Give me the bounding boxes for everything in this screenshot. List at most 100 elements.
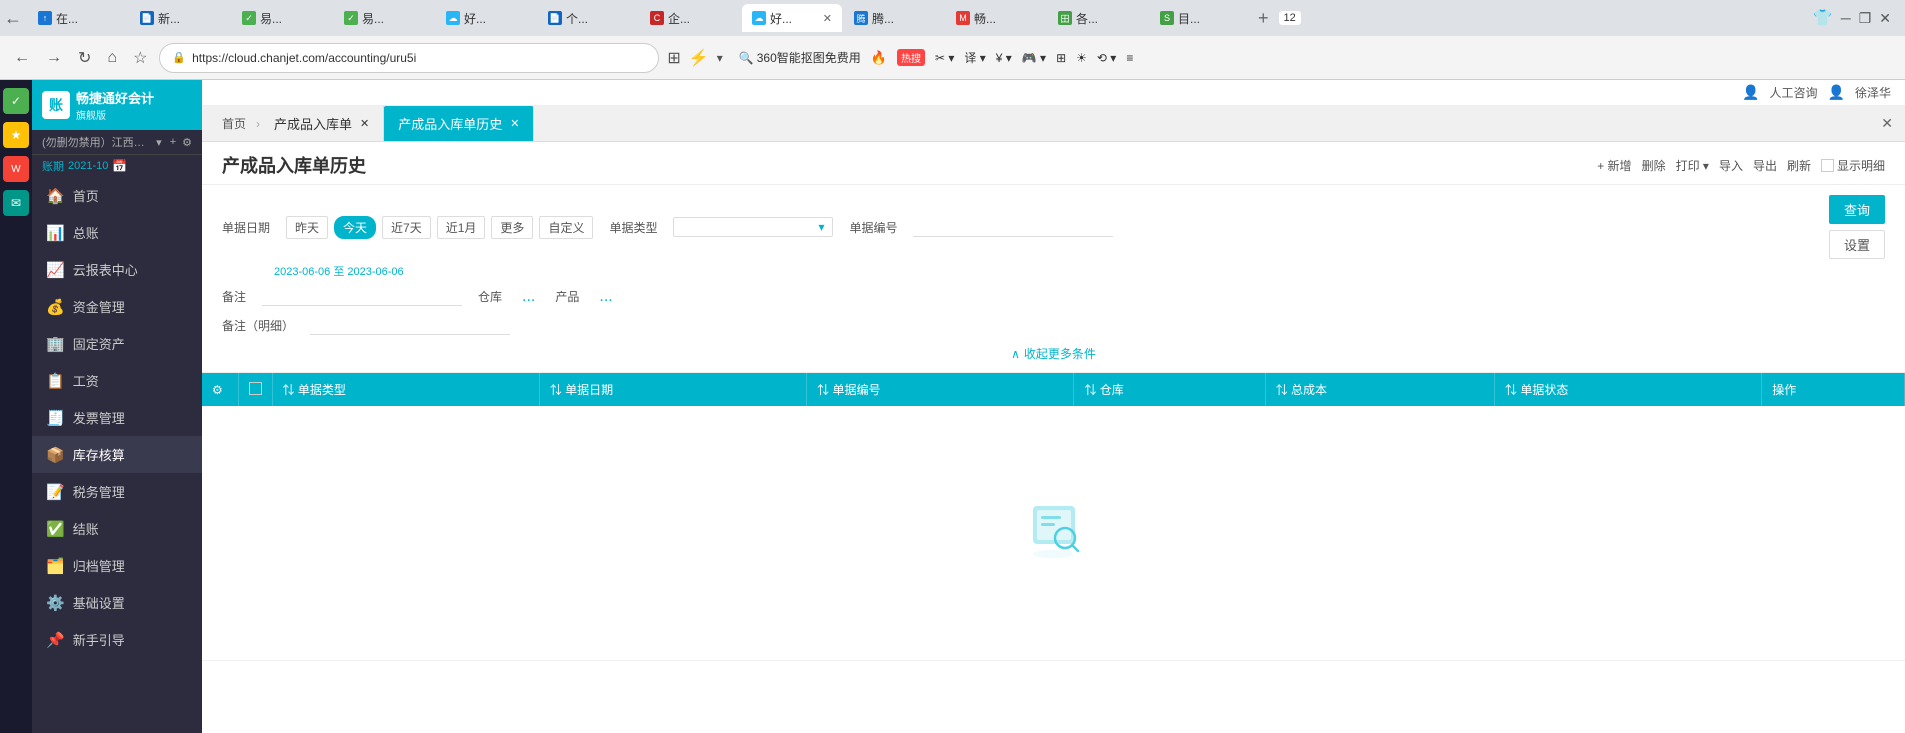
delete-button[interactable]: 删除 xyxy=(1642,157,1666,174)
back-button[interactable]: ← xyxy=(10,47,34,69)
calendar-icon[interactable]: 📅 xyxy=(112,159,127,173)
reload-button[interactable]: ↻ xyxy=(74,46,95,70)
bookmark-button[interactable]: ☆ xyxy=(129,46,151,70)
tab-1[interactable]: ↑ 在... xyxy=(28,4,128,32)
add-tab-button[interactable]: + xyxy=(1252,8,1275,29)
game-tool[interactable]: 🎮 ▾ xyxy=(1022,51,1046,65)
tab-close-8[interactable]: ✕ xyxy=(823,12,832,25)
collapse-button[interactable]: ∧ 收起更多条件 xyxy=(1011,345,1096,362)
breadcrumb-home[interactable]: 首页 xyxy=(212,107,256,140)
refresh-button[interactable]: 刷新 xyxy=(1787,157,1811,174)
translate-tool[interactable]: 译 ▾ xyxy=(964,49,985,66)
lightning-icon[interactable]: ⚡ xyxy=(689,48,709,68)
sidebar-item-archive[interactable]: 🗂️ 归档管理 xyxy=(32,547,202,584)
maximize-button[interactable]: ❐ xyxy=(1859,10,1872,27)
table-header-type[interactable]: ⇅ 单据类型 xyxy=(272,373,539,406)
date-custom-btn[interactable]: 自定义 xyxy=(539,216,593,239)
more-tool[interactable]: ≡ xyxy=(1126,51,1133,65)
number-filter-input[interactable] xyxy=(913,218,1113,237)
tab-count: 12 xyxy=(1279,11,1301,25)
sidebar-item-new-guide[interactable]: 📌 新手引导 xyxy=(32,621,202,658)
grid-icon[interactable]: ⊞ xyxy=(667,48,680,68)
table-header-gear[interactable]: ⚙ xyxy=(202,373,238,406)
close-history-tab-icon[interactable]: ✕ xyxy=(510,117,519,130)
sidebar-item-report-center[interactable]: 📈 云报表中心 xyxy=(32,251,202,288)
show-label-toggle[interactable]: 显示明细 xyxy=(1821,157,1885,174)
sidebar-item-tax[interactable]: 📝 税务管理 xyxy=(32,473,202,510)
table-header-number[interactable]: ⇅ 单据编号 xyxy=(807,373,1074,406)
remark-filter-input[interactable] xyxy=(262,287,462,306)
table-header-checkbox[interactable] xyxy=(238,373,272,406)
sidebar-item-payroll[interactable]: 📋 工资 xyxy=(32,362,202,399)
company-selector[interactable]: (勿删勿禁用）江西服宝测试专用 ▾ + ⚙ xyxy=(32,130,202,155)
settings-company-icon[interactable]: ⚙ xyxy=(182,136,192,149)
search-360[interactable]: 🔍 360智能抠图免费用 xyxy=(739,49,861,66)
yuan-tool[interactable]: ¥ ▾ xyxy=(996,51,1012,65)
dropdown-arrow[interactable]: ▾ xyxy=(717,51,723,65)
date-yesterday-btn[interactable]: 昨天 xyxy=(286,216,328,239)
sidebar-item-fixed-assets[interactable]: 🏢 固定资产 xyxy=(32,325,202,362)
sidebar-icon-star[interactable]: ★ xyxy=(3,122,29,148)
back-forward-tool[interactable]: ⟲ ▾ xyxy=(1097,51,1116,65)
tab-3[interactable]: ✓ 易... xyxy=(232,4,332,32)
sidebar-icon-email[interactable]: ✉ xyxy=(3,190,29,216)
tab-12[interactable]: S 目... xyxy=(1150,4,1250,32)
select-all-checkbox[interactable] xyxy=(249,382,262,395)
tab-6[interactable]: 📄 个... xyxy=(538,4,638,32)
type-filter-select[interactable]: ▾ xyxy=(673,217,833,237)
forward-button[interactable]: → xyxy=(42,47,66,69)
export-button[interactable]: 导出 xyxy=(1753,157,1777,174)
tab-10[interactable]: M 畅... xyxy=(946,4,1046,32)
home-button[interactable]: ⌂ xyxy=(103,47,121,69)
table-header-warehouse[interactable]: ⇅ 仓库 xyxy=(1074,373,1265,406)
tab-list-tab[interactable]: 产成品入库单 ✕ xyxy=(260,106,384,141)
import-button[interactable]: 导入 xyxy=(1719,157,1743,174)
sidebar-item-checkout[interactable]: ✅ 结账 xyxy=(32,510,202,547)
table-header-status[interactable]: ⇅ 单据状态 xyxy=(1494,373,1761,406)
tab-8-active[interactable]: ☁ 好... ✕ xyxy=(742,4,842,32)
table-header-date[interactable]: ⇅ 单据日期 xyxy=(539,373,806,406)
tab-history-tab[interactable]: 产成品入库单历史 ✕ xyxy=(384,106,534,141)
sidebar-item-invoice[interactable]: 🧾 发票管理 xyxy=(32,399,202,436)
sidebar-item-general-ledger[interactable]: 📊 总账 xyxy=(32,214,202,251)
detail-remark-input[interactable] xyxy=(310,316,510,335)
tab-5[interactable]: ☁ 好... xyxy=(436,4,536,32)
query-button[interactable]: 查询 xyxy=(1829,195,1885,224)
app-logo[interactable]: 账 畅捷通好会计 旗舰版 xyxy=(32,80,202,130)
product-filter-dots[interactable]: ... xyxy=(595,288,616,306)
tab-11[interactable]: 田 各... xyxy=(1048,4,1148,32)
print-button[interactable]: 打印 ▾ xyxy=(1676,157,1709,174)
scissors-tool[interactable]: ✂ ▾ xyxy=(935,51,954,65)
table-header-total-cost[interactable]: ⇅ 总成本 xyxy=(1265,373,1494,406)
type-filter-label: 单据类型 xyxy=(609,219,657,236)
show-label-checkbox[interactable] xyxy=(1821,159,1834,172)
add-button[interactable]: + 新增 xyxy=(1597,157,1631,174)
sidebar-item-basic-settings[interactable]: ⚙️ 基础设置 xyxy=(32,584,202,621)
date-1month-btn[interactable]: 近1月 xyxy=(437,216,486,239)
tab-4[interactable]: ✓ 易... xyxy=(334,4,434,32)
sidebar-icon-weibo[interactable]: W xyxy=(3,156,29,182)
date-today-btn[interactable]: 今天 xyxy=(334,216,376,239)
settings-button[interactable]: 设置 xyxy=(1829,230,1885,259)
collapse-text: 收起更多条件 xyxy=(1024,345,1096,362)
sidebar-item-home[interactable]: 🏠 首页 xyxy=(32,177,202,214)
sidebar-item-inventory[interactable]: 📦 库存核算 xyxy=(32,436,202,473)
date-more-btn[interactable]: 更多 xyxy=(491,216,533,239)
tab-2[interactable]: 📄 新... xyxy=(130,4,230,32)
human-service-label[interactable]: 人工咨询 xyxy=(1770,84,1818,101)
sidebar-item-fund[interactable]: 💰 资金管理 xyxy=(32,288,202,325)
minimize-button[interactable]: ─ xyxy=(1841,10,1851,26)
content-header: 产成品入库单历史 + 新增 删除 打印 ▾ 导入 导出 刷新 显示明细 xyxy=(202,142,1905,185)
date-7days-btn[interactable]: 近7天 xyxy=(382,216,431,239)
close-window-button[interactable]: ✕ xyxy=(1879,10,1891,27)
close-right-panel-x[interactable]: ✕ xyxy=(1869,109,1905,138)
layout-tool[interactable]: ⊞ xyxy=(1056,51,1066,65)
sidebar-icon-main[interactable]: ✓ xyxy=(3,88,29,114)
close-list-tab-icon[interactable]: ✕ xyxy=(360,117,369,130)
tab-9[interactable]: 腾 腾... xyxy=(844,4,944,32)
display-tool[interactable]: ☀ xyxy=(1076,51,1087,65)
tab-7[interactable]: C 企... xyxy=(640,4,740,32)
warehouse-filter-dots[interactable]: ... xyxy=(518,288,539,306)
add-company-icon[interactable]: + xyxy=(170,136,176,148)
url-bar[interactable]: 🔒 https://cloud.chanjet.com/accounting/u… xyxy=(159,43,659,73)
